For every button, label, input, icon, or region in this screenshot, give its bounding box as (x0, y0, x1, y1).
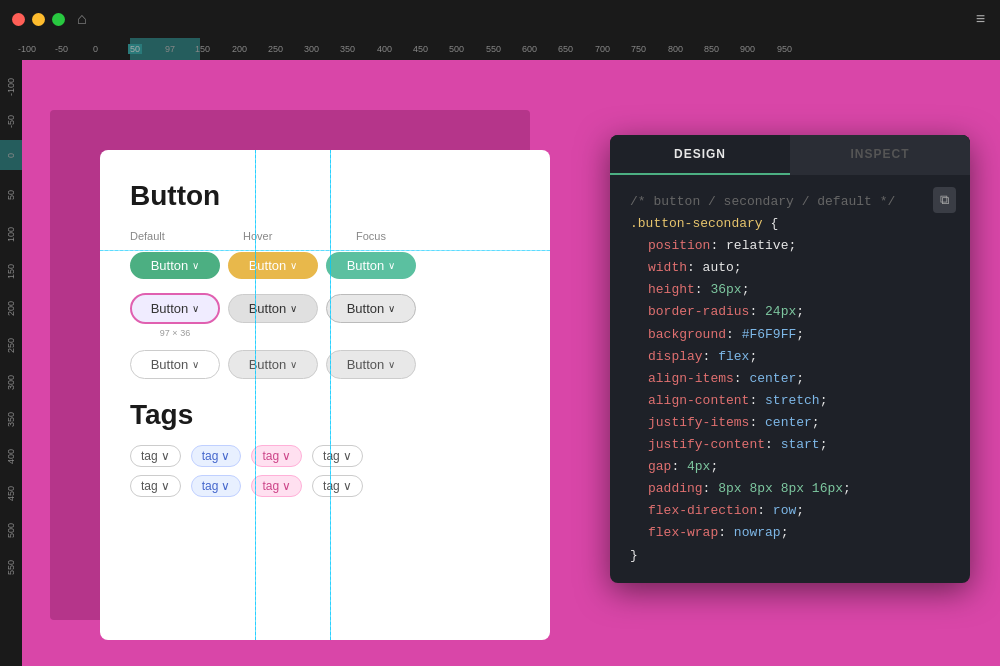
code-comment: /* button / secondary / default */ (630, 194, 895, 209)
code-property: background (648, 327, 726, 342)
tag-item[interactable]: tag ∨ (191, 445, 242, 467)
code-block: /* button / secondary / default */ .butt… (630, 191, 950, 567)
code-property: width (648, 260, 687, 275)
code-property: border-radius (648, 304, 749, 319)
button-row-tertiary: Button ∨ Button ∨ Button ∨ (130, 350, 520, 379)
tags-title: Tags (130, 399, 520, 431)
tag-item[interactable]: tag ∨ (251, 445, 302, 467)
btn-secondary-default[interactable]: Button ∨ (130, 293, 220, 324)
col-header-default: Default (130, 230, 235, 242)
traffic-lights (12, 13, 65, 26)
canvas: Button Default Hover Focus Button ∨ Butt… (0, 60, 1000, 666)
chevron-icon: ∨ (388, 303, 395, 314)
guideline-vertical-1 (255, 150, 256, 640)
menu-icon[interactable]: ≡ (976, 10, 986, 28)
tag-item[interactable]: tag ∨ (191, 475, 242, 497)
btn-primary-focus[interactable]: Button ∨ (326, 252, 416, 279)
code-property: padding (648, 481, 703, 496)
code-property: justify-content (648, 437, 765, 452)
chevron-icon: ∨ (192, 260, 199, 271)
code-property: justify-items (648, 415, 749, 430)
size-label: 97 × 36 (160, 328, 190, 338)
titlebar: ⌂ ≡ (0, 0, 1000, 38)
ruler-numbers: -100 -50 0 50 97 150 200 250 300 350 400… (0, 38, 1000, 60)
btn-tertiary-hover[interactable]: Button ∨ (228, 350, 318, 379)
col-header-focus: Focus (356, 230, 461, 242)
guideline-vertical-2 (330, 150, 331, 640)
panel-title: Button (130, 180, 520, 212)
button-section: Default Hover Focus Button ∨ Button ∨ Bu… (130, 230, 520, 379)
button-row-secondary: Button ∨ 97 × 36 Button ∨ Button ∨ (130, 293, 520, 324)
btn-primary-default[interactable]: Button ∨ (130, 252, 220, 279)
tag-item[interactable]: tag ∨ (312, 475, 363, 497)
btn-secondary-focus[interactable]: Button ∨ (326, 294, 416, 323)
tab-inspect[interactable]: INSPECT (790, 135, 970, 175)
code-property: height (648, 282, 695, 297)
code-property: flex-direction (648, 503, 757, 518)
chevron-icon: ∨ (388, 359, 395, 370)
tag-row-1: tag ∨ tag ∨ tag ∨ tag ∨ (130, 445, 520, 467)
tag-item[interactable]: tag ∨ (130, 475, 181, 497)
code-property: display (648, 349, 703, 364)
button-row-primary: Button ∨ Button ∨ Button ∨ (130, 252, 520, 279)
guideline-horizontal-1 (100, 250, 550, 251)
chevron-icon: ∨ (388, 260, 395, 271)
home-icon[interactable]: ⌂ (77, 10, 87, 28)
design-panel: Button Default Hover Focus Button ∨ Butt… (100, 150, 550, 640)
chevron-icon: ∨ (290, 260, 297, 271)
copy-button[interactable]: ⧉ (933, 187, 956, 213)
minimize-button[interactable] (32, 13, 45, 26)
chevron-icon: ∨ (192, 359, 199, 370)
code-property: gap (648, 459, 671, 474)
ruler: -100 -50 0 50 97 150 200 250 300 350 400… (0, 38, 1000, 60)
col-header-hover: Hover (243, 230, 348, 242)
btn-secondary-wrapper: Button ∨ 97 × 36 (130, 293, 220, 324)
inspector-content: ⧉ /* button / secondary / default */ .bu… (610, 175, 970, 583)
chevron-icon: ∨ (290, 359, 297, 370)
tag-item[interactable]: tag ∨ (130, 445, 181, 467)
btn-tertiary-focus[interactable]: Button ∨ (326, 350, 416, 379)
tag-item[interactable]: tag ∨ (251, 475, 302, 497)
btn-primary-hover[interactable]: Button ∨ (228, 252, 318, 279)
tags-section: Tags tag ∨ tag ∨ tag ∨ tag ∨ tag ∨ tag ∨… (130, 399, 520, 497)
inspector-tabs: DESIGN INSPECT (610, 135, 970, 175)
inspector-panel: DESIGN INSPECT ⧉ /* button / secondary /… (610, 135, 970, 583)
code-property: align-items (648, 371, 734, 386)
btn-secondary-hover[interactable]: Button ∨ (228, 294, 318, 323)
tab-design[interactable]: DESIGN (610, 135, 790, 175)
maximize-button[interactable] (52, 13, 65, 26)
btn-tertiary-default[interactable]: Button ∨ (130, 350, 220, 379)
code-property: position (648, 238, 710, 253)
vertical-ruler: -100 -50 0 50 100 150 200 250 300 350 40… (0, 60, 22, 666)
code-property: flex-wrap (648, 525, 718, 540)
code-selector: .button-secondary (630, 216, 763, 231)
tag-item[interactable]: tag ∨ (312, 445, 363, 467)
tag-row-2: tag ∨ tag ∨ tag ∨ tag ∨ (130, 475, 520, 497)
chevron-icon: ∨ (192, 303, 199, 314)
chevron-icon: ∨ (290, 303, 297, 314)
close-button[interactable] (12, 13, 25, 26)
code-property: align-content (648, 393, 749, 408)
column-headers: Default Hover Focus (130, 230, 520, 242)
